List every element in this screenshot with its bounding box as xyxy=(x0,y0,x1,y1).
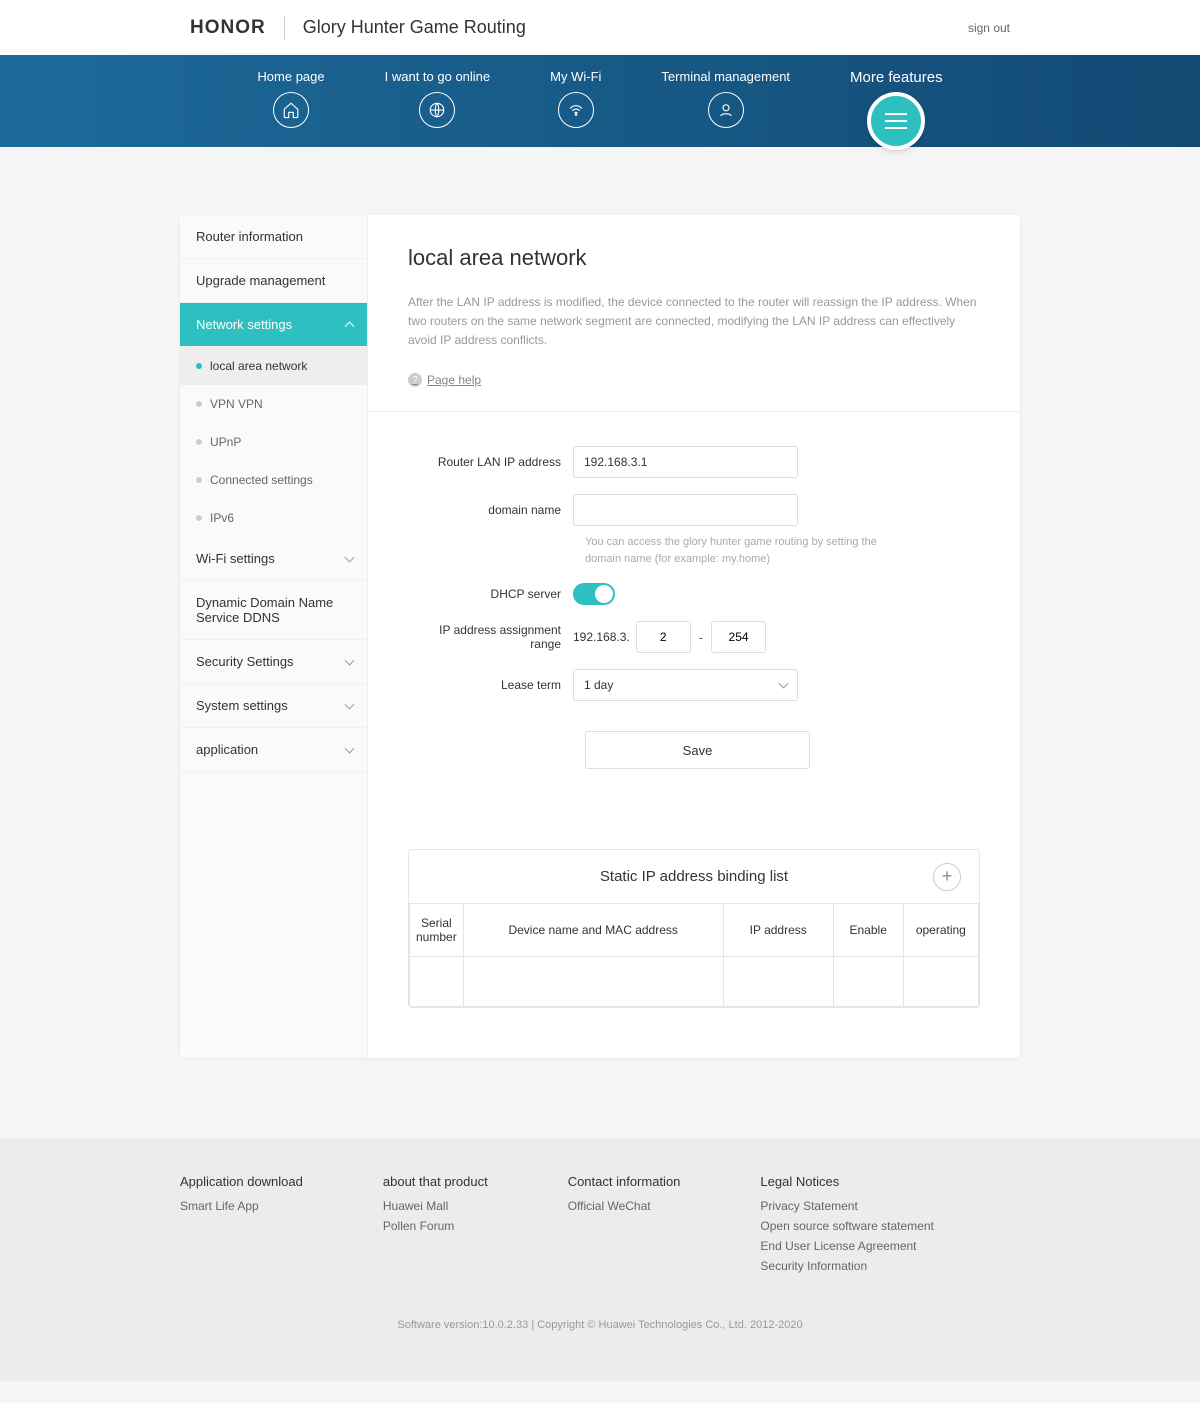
domain-label: domain name xyxy=(408,503,573,517)
sidebar-item-security[interactable]: Security Settings xyxy=(180,640,367,684)
footer-col-download: Application download Smart Life App xyxy=(180,1174,303,1279)
dhcp-label: DHCP server xyxy=(408,587,573,601)
wifi-icon xyxy=(558,92,594,128)
footer-title-product: about that product xyxy=(383,1174,488,1189)
domain-input[interactable] xyxy=(573,494,798,526)
sign-out-link[interactable]: sign out xyxy=(968,21,1010,35)
table-row xyxy=(410,957,979,1007)
lan-ip-label: Router LAN IP address xyxy=(408,455,573,469)
user-icon xyxy=(708,92,744,128)
sidebar-sub-ipv6[interactable]: IPv6 xyxy=(180,499,367,537)
col-enable: Enable xyxy=(833,904,903,957)
nav-terminal[interactable]: Terminal management xyxy=(661,69,790,128)
section-divider xyxy=(368,411,1020,412)
col-device: Device name and MAC address xyxy=(463,904,723,957)
help-icon: ? xyxy=(408,373,422,387)
sidebar-item-application[interactable]: application xyxy=(180,728,367,772)
sidebar-item-wifi[interactable]: Wi-Fi settings xyxy=(180,537,367,581)
lease-select[interactable]: 1 day xyxy=(573,669,798,701)
footer-link[interactable]: Privacy Statement xyxy=(760,1199,933,1213)
footer-link[interactable]: Security Information xyxy=(760,1259,933,1273)
footer-col-contact: Contact information Official WeChat xyxy=(568,1174,681,1279)
table-title: Static IP address binding list xyxy=(600,868,788,885)
sidebar-item-system[interactable]: System settings xyxy=(180,684,367,728)
main-content: local area network After the LAN IP addr… xyxy=(368,215,1020,1058)
brand-logo: HONOR xyxy=(190,17,266,39)
footer-link[interactable]: Open source software statement xyxy=(760,1219,933,1233)
nav-more-label: More features xyxy=(850,69,943,86)
nav-home[interactable]: Home page xyxy=(257,69,324,128)
sidebar-item-ddns[interactable]: Dynamic Domain Name Service DDNS xyxy=(180,581,367,640)
col-ip: IP address xyxy=(723,904,833,957)
top-bar: HONOR Glory Hunter Game Routing sign out xyxy=(0,0,1200,55)
sidebar-sub-vpn[interactable]: VPN VPN xyxy=(180,385,367,423)
nav-more[interactable]: More features xyxy=(850,69,943,150)
range-dash: - xyxy=(699,630,703,645)
home-icon xyxy=(273,92,309,128)
sidebar-item-upgrade[interactable]: Upgrade management xyxy=(180,259,367,303)
range-end-input[interactable] xyxy=(711,621,766,653)
footer: Application download Smart Life App abou… xyxy=(0,1138,1200,1381)
app-title: Glory Hunter Game Routing xyxy=(303,17,526,38)
globe-icon xyxy=(419,92,455,128)
footer-link[interactable]: End User License Agreement xyxy=(760,1239,933,1253)
domain-hint: You can access the glory hunter game rou… xyxy=(585,534,905,567)
sidebar-item-router-info[interactable]: Router information xyxy=(180,215,367,259)
copyright: Software version:10.0.2.33 | Copyright ©… xyxy=(0,1319,1200,1331)
footer-col-product: about that product Huawei Mall Pollen Fo… xyxy=(383,1174,488,1279)
lease-value: 1 day xyxy=(584,678,613,692)
nav-online-label: I want to go online xyxy=(385,69,491,84)
page-help-link[interactable]: ? Page help xyxy=(408,373,481,387)
footer-col-legal: Legal Notices Privacy Statement Open sou… xyxy=(760,1174,933,1279)
sidebar-sub-lan[interactable]: local area network xyxy=(180,347,367,385)
nav-online[interactable]: I want to go online xyxy=(385,69,491,128)
range-label: IP address assignment range xyxy=(408,623,573,651)
page-help-label: Page help xyxy=(427,373,481,387)
page-description: After the LAN IP address is modified, th… xyxy=(408,293,980,351)
range-start-input[interactable] xyxy=(636,621,691,653)
main-container: Router information Upgrade management Ne… xyxy=(180,215,1020,1058)
add-button[interactable]: + xyxy=(933,863,961,891)
dhcp-toggle[interactable] xyxy=(573,583,615,605)
lease-label: Lease term xyxy=(408,678,573,692)
footer-link[interactable]: Huawei Mall xyxy=(383,1199,488,1213)
sidebar: Router information Upgrade management Ne… xyxy=(180,215,368,1058)
static-ip-table: Static IP address binding list + Serial … xyxy=(408,849,980,1008)
page-title: local area network xyxy=(408,245,980,271)
footer-link[interactable]: Smart Life App xyxy=(180,1199,303,1213)
divider xyxy=(284,16,285,40)
col-operating: operating xyxy=(903,904,978,957)
footer-link[interactable]: Pollen Forum xyxy=(383,1219,488,1233)
nav-terminal-label: Terminal management xyxy=(661,69,790,84)
sidebar-sub-upnp[interactable]: UPnP xyxy=(180,423,367,461)
col-serial: Serial number xyxy=(410,904,464,957)
nav-wifi-label: My Wi-Fi xyxy=(550,69,601,84)
footer-link[interactable]: Official WeChat xyxy=(568,1199,681,1213)
nav-home-label: Home page xyxy=(257,69,324,84)
nav-bar: Home page I want to go online My Wi-Fi T… xyxy=(0,55,1200,147)
footer-title-download: Application download xyxy=(180,1174,303,1189)
sidebar-item-network[interactable]: Network settings xyxy=(180,303,367,347)
footer-title-legal: Legal Notices xyxy=(760,1174,933,1189)
hamburger-icon[interactable] xyxy=(867,92,925,150)
sidebar-sub-connected[interactable]: Connected settings xyxy=(180,461,367,499)
footer-title-contact: Contact information xyxy=(568,1174,681,1189)
nav-wifi[interactable]: My Wi-Fi xyxy=(550,69,601,128)
range-prefix: 192.168.3. xyxy=(573,630,630,644)
lan-ip-input[interactable] xyxy=(573,446,798,478)
save-button[interactable]: Save xyxy=(585,731,810,769)
